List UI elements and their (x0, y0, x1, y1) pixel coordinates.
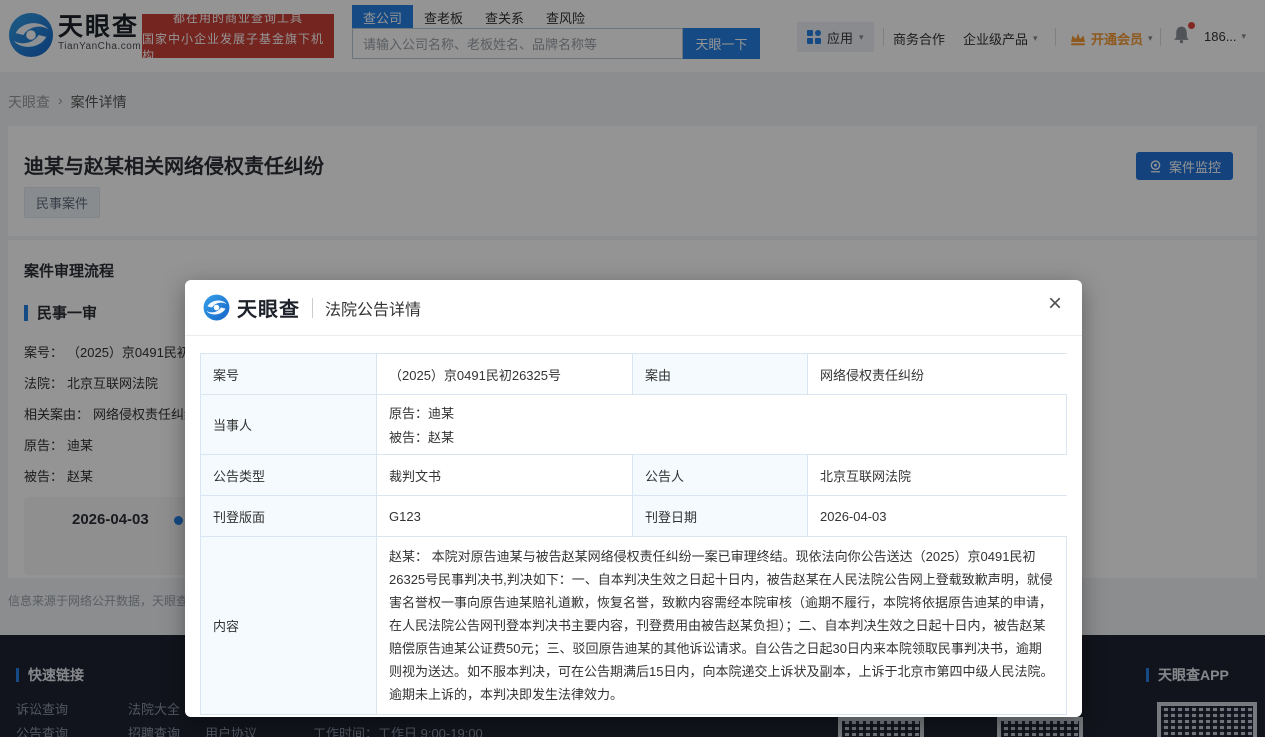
cell-value-parties: 原告：迪某 被告：赵某 (376, 395, 1066, 454)
court-announcement-modal: 天眼查 法院公告详情 × 案号 （2025）京0491民初26325号 案由 网… (185, 280, 1082, 717)
table-row: 公告类型 裁判文书 公告人 北京互联网法院 (201, 454, 1066, 495)
modal-header: 天眼查 法院公告详情 × (185, 280, 1082, 336)
cell-label-page: 刊登版面 (201, 496, 376, 536)
page: 天眼查 TianYanCha.com 都在用的商业查询工具 国家中小企业发展子基… (0, 0, 1265, 737)
table-row: 当事人 原告：迪某 被告：赵某 (201, 394, 1066, 454)
table-row: 内容 赵某： 本院对原告迪某与被告赵某网络侵权责任纠纷一案已审理终结。现依法向你… (201, 536, 1066, 714)
cell-label-content: 内容 (201, 537, 376, 714)
announcement-table: 案号 （2025）京0491民初26325号 案由 网络侵权责任纠纷 当事人 原… (200, 353, 1067, 715)
cell-value-content: 赵某： 本院对原告迪某与被告赵某网络侵权责任纠纷一案已审理终结。现依法向你公告送… (376, 537, 1066, 714)
table-row: 案号 （2025）京0491民初26325号 案由 网络侵权责任纠纷 (201, 354, 1066, 394)
party-plaintiff: 原告：迪某 (389, 403, 454, 422)
cell-label-publish-date: 刊登日期 (632, 496, 807, 536)
cell-label-announcement-type: 公告类型 (201, 455, 376, 495)
table-row: 刊登版面 G123 刊登日期 2026-04-03 (201, 495, 1066, 536)
tianyancha-logo-icon (203, 294, 230, 321)
cell-value-cause: 网络侵权责任纠纷 (807, 354, 1067, 394)
party-defendant: 被告：赵某 (389, 427, 454, 446)
cell-label-case-number: 案号 (201, 354, 376, 394)
divider (312, 298, 313, 318)
cell-value-publish-date: 2026-04-03 (807, 496, 1067, 536)
cell-value-announcement-type: 裁判文书 (376, 455, 632, 495)
cell-value-announcer: 北京互联网法院 (807, 455, 1067, 495)
modal-title: 法院公告详情 (325, 296, 421, 320)
cell-label-parties: 当事人 (201, 395, 376, 454)
cell-value-case-number: （2025）京0491民初26325号 (376, 354, 632, 394)
cell-label-announcer: 公告人 (632, 455, 807, 495)
cell-label-cause: 案由 (632, 354, 807, 394)
modal-brand: 天眼查 (237, 293, 300, 322)
close-icon[interactable]: × (1048, 292, 1062, 316)
cell-value-page: G123 (376, 496, 632, 536)
